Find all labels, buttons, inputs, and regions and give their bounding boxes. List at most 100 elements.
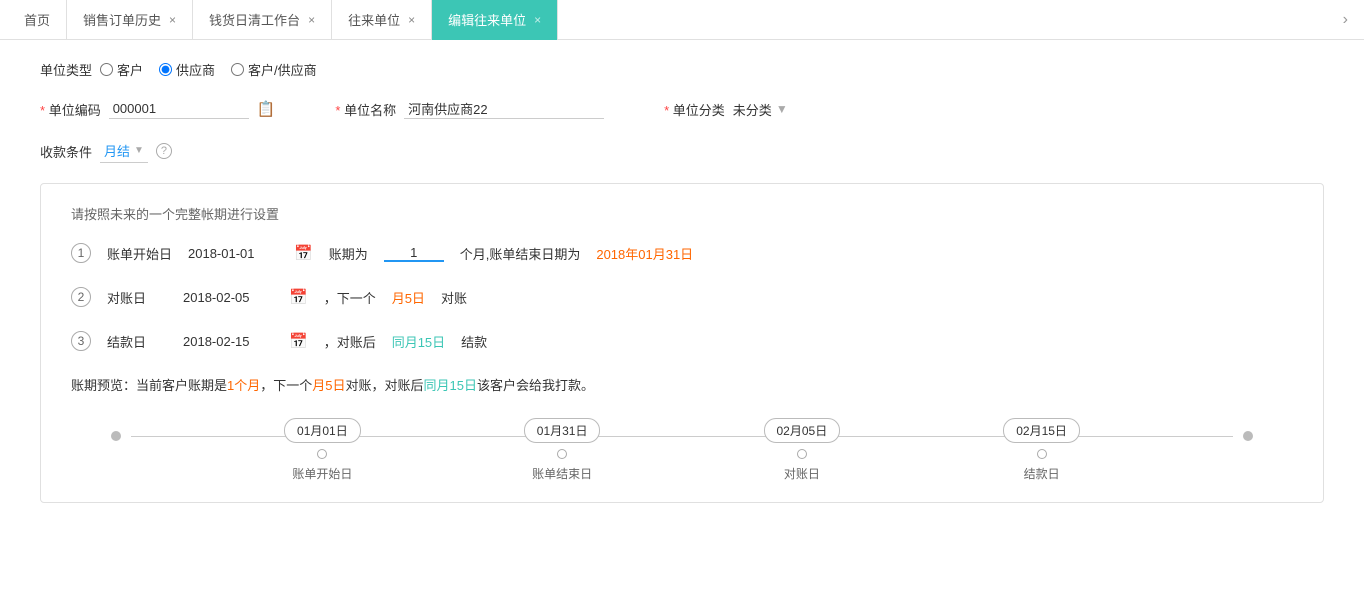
timeline-endpoint-right — [1243, 431, 1253, 441]
preview-period: 1个月 — [227, 378, 260, 393]
row-period-end-date: 2018年01月31日 — [596, 244, 693, 263]
radio-both-input[interactable] — [231, 63, 244, 76]
row-payment-prefix: ，对账后 — [324, 332, 376, 351]
setting-row-1: 1 账单开始日 2018-01-01 📅 账期为 个月,账单结束日期为 2018… — [71, 243, 1293, 263]
tab-edit-partner[interactable]: 编辑往来单位 × — [432, 0, 558, 40]
timeline-items: 01月01日 账单开始日 01月31日 账单结束日 02月05日 对账日 — [111, 418, 1253, 482]
timeline-dot-left — [111, 431, 121, 441]
tab-cash-workbench-close[interactable]: × — [308, 13, 315, 27]
unit-type-row: 单位类型 客户 供应商 客户/供应商 — [40, 60, 1324, 79]
timeline-wrapper: 01月01日 账单开始日 01月31日 账单结束日 02月05日 对账日 — [71, 418, 1293, 482]
timeline-item-1: 01月01日 账单开始日 — [284, 418, 361, 482]
preview-prefix: 账期预览：当前客户账期是 — [71, 378, 227, 393]
tab-partner-units-label: 往来单位 — [348, 10, 400, 29]
payment-terms-dropdown-icon: ▼ — [134, 145, 144, 156]
payment-terms-row: 收款条件 月结 ▼ ? — [40, 139, 1324, 163]
preview-reconcile: 月5日 — [312, 378, 345, 393]
row-payment-highlight: 同月15日 — [392, 332, 445, 351]
setting-row-2: 2 对账日 2018-02-05 📅 ，下一个 月5日 对账 — [71, 287, 1293, 307]
row-payment-suffix: 结款 — [461, 332, 487, 351]
unit-info-row: * 单位编码 📋 * 单位名称 * 单位分类 未分类 ▼ — [40, 99, 1324, 119]
timeline-dot-4 — [1037, 449, 1047, 459]
settings-card: 请按照未来的一个完整帐期进行设置 1 账单开始日 2018-01-01 📅 账期… — [40, 183, 1324, 503]
preview-middle2: 对账，对账后 — [346, 378, 424, 393]
radio-supplier[interactable]: 供应商 — [159, 60, 215, 79]
tab-sales-history[interactable]: 销售订单历史 × — [67, 0, 193, 40]
unit-name-input[interactable] — [404, 99, 604, 119]
unit-name-label: * 单位名称 — [335, 100, 396, 119]
radio-customer-input[interactable] — [100, 63, 113, 76]
main-content: 单位类型 客户 供应商 客户/供应商 * 单位编码 📋 — [0, 40, 1364, 608]
row-cal-icon-1[interactable]: 📅 — [294, 244, 313, 262]
unit-category-label: * 单位分类 — [664, 100, 725, 119]
row-cal-icon-2[interactable]: 📅 — [289, 288, 308, 306]
row-num-1: 1 — [71, 243, 91, 263]
tab-edit-partner-label: 编辑往来单位 — [448, 10, 526, 29]
row-period-suffix: 个月,账单结束日期为 — [460, 244, 581, 263]
payment-terms-select[interactable]: 月结 ▼ — [100, 139, 148, 163]
row-date-1: 2018-01-01 — [188, 246, 278, 261]
unit-category-value: 未分类 — [733, 100, 772, 119]
row-label-3: 结款日 — [107, 332, 167, 351]
row-cal-icon-3[interactable]: 📅 — [289, 332, 308, 350]
timeline-item-3: 02月05日 对账日 — [764, 418, 841, 482]
tab-bar: 首页 销售订单历史 × 钱货日清工作台 × 往来单位 × 编辑往来单位 × › — [0, 0, 1364, 40]
row-date-3: 2018-02-15 — [183, 334, 273, 349]
tab-partner-units-close[interactable]: × — [408, 13, 415, 27]
timeline-dot-1 — [317, 449, 327, 459]
period-input[interactable] — [384, 245, 444, 262]
preview-text: 账期预览：当前客户账期是1个月，下一个月5日对账，对账后同月15日该客户会给我打… — [71, 375, 1293, 394]
radio-supplier-label: 供应商 — [176, 60, 215, 79]
unit-type-radio-group: 客户 供应商 客户/供应商 — [100, 60, 317, 79]
row-reconcile-prefix: ，下一个 — [324, 288, 376, 307]
tab-partner-units[interactable]: 往来单位 × — [332, 0, 432, 40]
payment-terms-label: 收款条件 — [40, 142, 92, 161]
timeline-label-2: 账单结束日 — [532, 465, 592, 482]
tab-cash-workbench[interactable]: 钱货日清工作台 × — [193, 0, 332, 40]
unit-type-field: 单位类型 客户 供应商 客户/供应商 — [40, 60, 317, 79]
timeline-label-4: 结款日 — [1024, 465, 1060, 482]
timeline-item-4: 02月15日 结款日 — [1003, 418, 1080, 482]
category-dropdown-icon: ▼ — [776, 102, 788, 116]
unit-category-select[interactable]: 未分类 ▼ — [733, 100, 853, 119]
unit-code-copy-icon[interactable]: 📋 — [257, 100, 276, 118]
preview-middle1: ，下一个 — [260, 378, 312, 393]
timeline-dot-3 — [797, 449, 807, 459]
unit-code-label: * 单位编码 — [40, 100, 101, 119]
timeline-endpoint-left — [111, 431, 121, 441]
timeline-badge-2: 01月31日 — [524, 418, 601, 443]
payment-terms-value: 月结 — [104, 141, 130, 160]
unit-category-field: * 单位分类 未分类 ▼ — [664, 100, 853, 119]
tab-sales-history-close[interactable]: × — [169, 13, 176, 27]
tab-sales-history-label: 销售订单历史 — [83, 10, 161, 29]
preview-payment: 同月15日 — [424, 378, 477, 393]
unit-type-label: 单位类型 — [40, 60, 92, 79]
tab-edit-partner-close[interactable]: × — [534, 13, 541, 27]
timeline-dot-2 — [557, 449, 567, 459]
row-reconcile-highlight: 月5日 — [392, 288, 425, 307]
timeline-item-2: 01月31日 账单结束日 — [524, 418, 601, 482]
row-reconcile-suffix: 对账 — [441, 288, 467, 307]
row-num-3: 3 — [71, 331, 91, 351]
timeline-label-1: 账单开始日 — [292, 465, 352, 482]
timeline-badge-3: 02月05日 — [764, 418, 841, 443]
row-date-2: 2018-02-05 — [183, 290, 273, 305]
unit-code-input[interactable] — [109, 99, 249, 119]
preview-suffix: 该客户会给我打款。 — [477, 378, 594, 393]
tab-expand-icon[interactable]: › — [1335, 11, 1356, 29]
radio-customer-label: 客户 — [117, 60, 143, 79]
radio-supplier-input[interactable] — [159, 63, 172, 76]
unit-name-field: * 单位名称 — [335, 99, 604, 119]
timeline-label-3: 对账日 — [784, 465, 820, 482]
timeline-dot-right — [1243, 431, 1253, 441]
radio-both[interactable]: 客户/供应商 — [231, 60, 317, 79]
timeline-badge-4: 02月15日 — [1003, 418, 1080, 443]
radio-customer[interactable]: 客户 — [100, 60, 143, 79]
tab-cash-workbench-label: 钱货日清工作台 — [209, 10, 300, 29]
settings-card-title: 请按照未来的一个完整帐期进行设置 — [71, 204, 1293, 223]
radio-both-label: 客户/供应商 — [248, 60, 317, 79]
row-label-1: 账单开始日 — [107, 244, 172, 263]
tab-home[interactable]: 首页 — [8, 0, 67, 40]
row-num-2: 2 — [71, 287, 91, 307]
payment-terms-help-icon[interactable]: ? — [156, 143, 172, 159]
